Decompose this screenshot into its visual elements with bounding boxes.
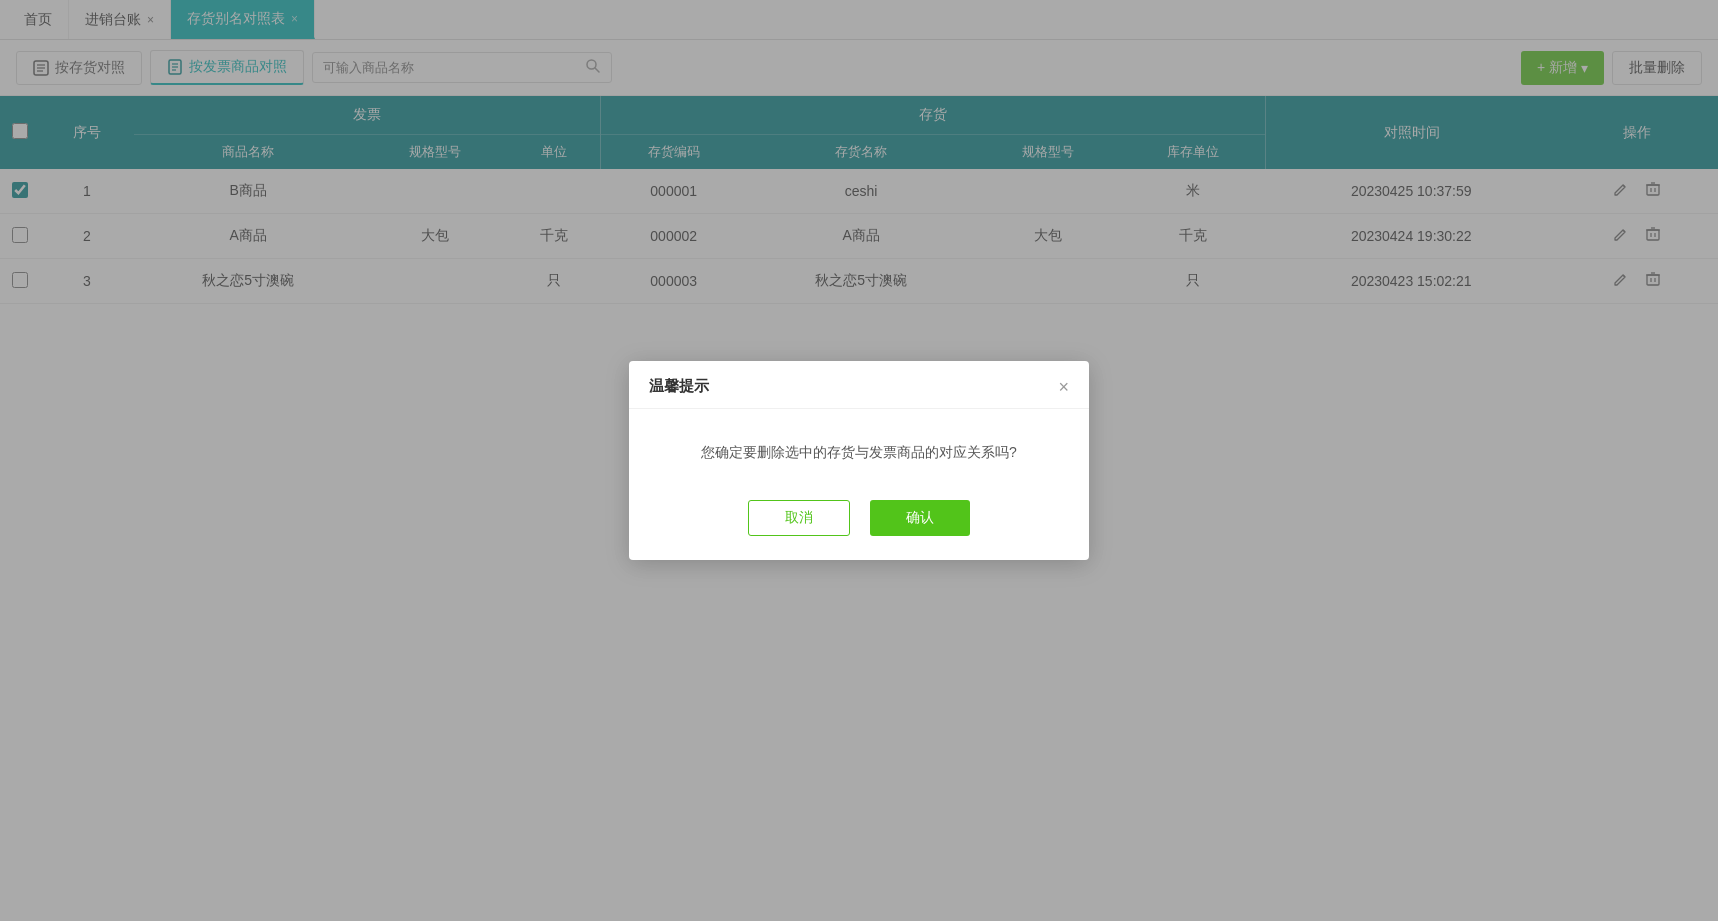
dialog-close-button[interactable]: × xyxy=(1058,378,1069,396)
confirm-dialog: 温馨提示 × 您确定要删除选中的存货与发票商品的对应关系吗? 取消 确认 xyxy=(629,361,1089,559)
dialog-confirm-button[interactable]: 确认 xyxy=(870,500,970,536)
dialog-body: 您确定要删除选中的存货与发票商品的对应关系吗? xyxy=(629,409,1089,483)
dialog-header: 温馨提示 × xyxy=(629,361,1089,409)
dialog-cancel-button[interactable]: 取消 xyxy=(748,500,850,536)
dialog-footer: 取消 确认 xyxy=(629,484,1089,560)
dialog-title: 温馨提示 xyxy=(649,377,709,396)
dialog-message: 您确定要删除选中的存货与发票商品的对应关系吗? xyxy=(701,444,1017,460)
modal-overlay: 温馨提示 × 您确定要删除选中的存货与发票商品的对应关系吗? 取消 确认 xyxy=(0,0,1718,921)
